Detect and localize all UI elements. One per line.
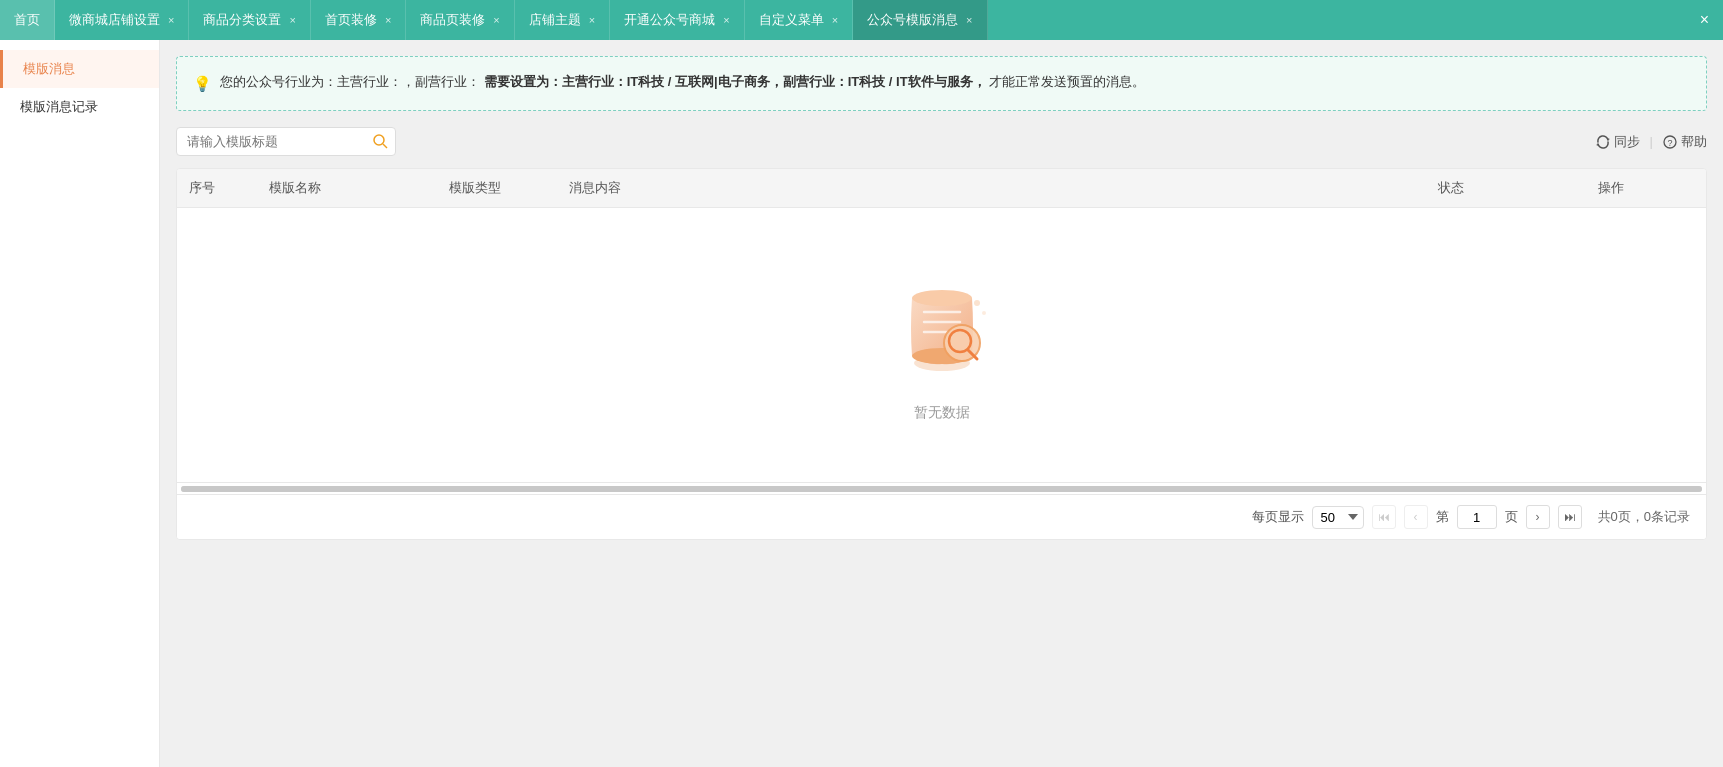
nav-tab-category-label: 商品分类设置 xyxy=(203,11,281,29)
nav-tab-home-decor-close[interactable]: × xyxy=(385,14,391,26)
help-icon: ? xyxy=(1663,135,1677,149)
nav-tab-template-msg-label: 公众号模版消息 xyxy=(867,11,958,29)
th-type: 模版类型 xyxy=(437,169,557,207)
nav-tab-open-mall[interactable]: 开通公众号商城 × xyxy=(610,0,744,40)
sidebar-item-template-msg[interactable]: 模版消息 xyxy=(0,50,159,88)
nav-tab-wechat-shop-close[interactable]: × xyxy=(168,14,174,26)
help-label: 帮助 xyxy=(1681,133,1707,151)
svg-point-14 xyxy=(982,311,986,315)
search-button[interactable] xyxy=(373,134,388,149)
th-content: 消息内容 xyxy=(557,169,1426,207)
notice-suffix: 才能正常发送预置的消息。 xyxy=(989,74,1145,89)
first-page-icon: ⏮ xyxy=(1378,510,1390,524)
nav-tab-home[interactable]: 首页 xyxy=(0,0,55,40)
nav-tab-product-decor-close[interactable]: × xyxy=(493,14,499,26)
toolbar-divider: | xyxy=(1650,134,1653,149)
empty-state: 暂无数据 xyxy=(177,208,1706,482)
th-name: 模版名称 xyxy=(257,169,437,207)
nav-tab-theme-label: 店铺主题 xyxy=(529,11,581,29)
notice-bulb-icon: 💡 xyxy=(193,72,212,96)
total-text: 共0页，0条记录 xyxy=(1598,508,1690,526)
nav-tab-theme[interactable]: 店铺主题 × xyxy=(515,0,610,40)
svg-point-5 xyxy=(912,290,972,306)
svg-point-0 xyxy=(374,135,384,145)
sync-icon xyxy=(1596,135,1610,149)
nav-tab-category[interactable]: 商品分类设置 × xyxy=(189,0,310,40)
svg-point-13 xyxy=(974,300,980,306)
empty-illustration xyxy=(882,268,1002,388)
nav-tab-home-decor[interactable]: 首页装修 × xyxy=(311,0,406,40)
scrollbar-thumb[interactable] xyxy=(181,486,1702,492)
last-page-icon: ⏭ xyxy=(1564,510,1576,524)
sidebar-item-template-msg-log-label: 模版消息记录 xyxy=(20,99,98,114)
notice-prefix: 您的公众号行业为：主营行业：，副营行业： xyxy=(220,74,480,89)
content-area: 💡 您的公众号行业为：主营行业：，副营行业： 需要设置为：主营行业：IT科技 /… xyxy=(160,40,1723,767)
next-page-button[interactable]: › xyxy=(1526,505,1550,529)
sync-label: 同步 xyxy=(1614,133,1640,151)
nav-tab-open-mall-close[interactable]: × xyxy=(723,14,729,26)
th-action: 操作 xyxy=(1586,169,1706,207)
nav-tab-theme-close[interactable]: × xyxy=(589,14,595,26)
search-input-wrap xyxy=(176,127,396,156)
nav-tab-custom-menu-label: 自定义菜单 xyxy=(759,11,824,29)
next-page-icon: › xyxy=(1536,510,1540,524)
notice-text: 您的公众号行业为：主营行业：，副营行业： 需要设置为：主营行业：IT科技 / 互… xyxy=(220,71,1145,93)
scrollbar-track xyxy=(181,486,1702,492)
nav-tab-template-msg[interactable]: 公众号模版消息 × xyxy=(853,0,987,40)
sidebar-item-template-msg-label: 模版消息 xyxy=(23,61,75,76)
nav-tab-product-decor-label: 商品页装修 xyxy=(420,11,485,29)
page-unit: 页 xyxy=(1505,508,1518,526)
horizontal-scrollbar[interactable] xyxy=(177,482,1706,494)
nav-close-all-button[interactable]: × xyxy=(1686,0,1723,40)
first-page-button[interactable]: ⏮ xyxy=(1372,505,1396,529)
nav-tab-home-label: 首页 xyxy=(14,11,40,29)
th-status: 状态 xyxy=(1426,169,1586,207)
nav-tab-open-mall-label: 开通公众号商城 xyxy=(624,11,715,29)
notice-box: 💡 您的公众号行业为：主营行业：，副营行业： 需要设置为：主营行业：IT科技 /… xyxy=(176,56,1707,111)
main-layout: 模版消息 模版消息记录 💡 您的公众号行业为：主营行业：，副营行业： 需要设置为… xyxy=(0,40,1723,767)
nav-tab-custom-menu-close[interactable]: × xyxy=(832,14,838,26)
page-size-select[interactable]: 50 10 20 100 xyxy=(1312,506,1364,529)
help-button[interactable]: ? 帮助 xyxy=(1663,133,1707,151)
page-current-prefix: 第 xyxy=(1436,508,1449,526)
last-page-button[interactable]: ⏭ xyxy=(1558,505,1582,529)
nav-tab-home-decor-label: 首页装修 xyxy=(325,11,377,29)
page-size-label: 每页显示 xyxy=(1252,508,1304,526)
empty-text: 暂无数据 xyxy=(914,404,970,422)
svg-text:?: ? xyxy=(1667,138,1672,148)
nav-tab-wechat-shop-label: 微商城店铺设置 xyxy=(69,11,160,29)
sidebar-item-template-msg-log[interactable]: 模版消息记录 xyxy=(0,88,159,126)
top-nav: 首页 微商城店铺设置 × 商品分类设置 × 首页装修 × 商品页装修 × 店铺主… xyxy=(0,0,1723,40)
search-icon xyxy=(373,134,388,149)
search-left xyxy=(176,127,396,156)
table-header: 序号 模版名称 模版类型 消息内容 状态 操作 xyxy=(177,169,1706,208)
svg-line-1 xyxy=(383,144,387,148)
toolbar-right: 同步 | ? 帮助 xyxy=(1596,133,1707,151)
nav-tab-custom-menu[interactable]: 自定义菜单 × xyxy=(745,0,853,40)
search-input[interactable] xyxy=(176,127,396,156)
page-input[interactable] xyxy=(1457,505,1497,529)
prev-page-button[interactable]: ‹ xyxy=(1404,505,1428,529)
nav-tab-product-decor[interactable]: 商品页装修 × xyxy=(406,0,514,40)
nav-tab-category-close[interactable]: × xyxy=(289,14,295,26)
table-wrap: 序号 模版名称 模版类型 消息内容 状态 操作 xyxy=(176,168,1707,540)
nav-tab-template-msg-close[interactable]: × xyxy=(966,14,972,26)
sidebar: 模版消息 模版消息记录 xyxy=(0,40,160,767)
th-index: 序号 xyxy=(177,169,257,207)
prev-page-icon: ‹ xyxy=(1414,510,1418,524)
pagination: 每页显示 50 10 20 100 ⏮ ‹ 第 页 › xyxy=(177,494,1706,539)
sync-button[interactable]: 同步 xyxy=(1596,133,1640,151)
search-bar: 同步 | ? 帮助 xyxy=(176,127,1707,156)
notice-highlight: 需要设置为：主营行业：IT科技 / 互联网|电子商务，副营行业：IT科技 / I… xyxy=(484,74,986,89)
nav-tab-wechat-shop[interactable]: 微商城店铺设置 × xyxy=(55,0,189,40)
